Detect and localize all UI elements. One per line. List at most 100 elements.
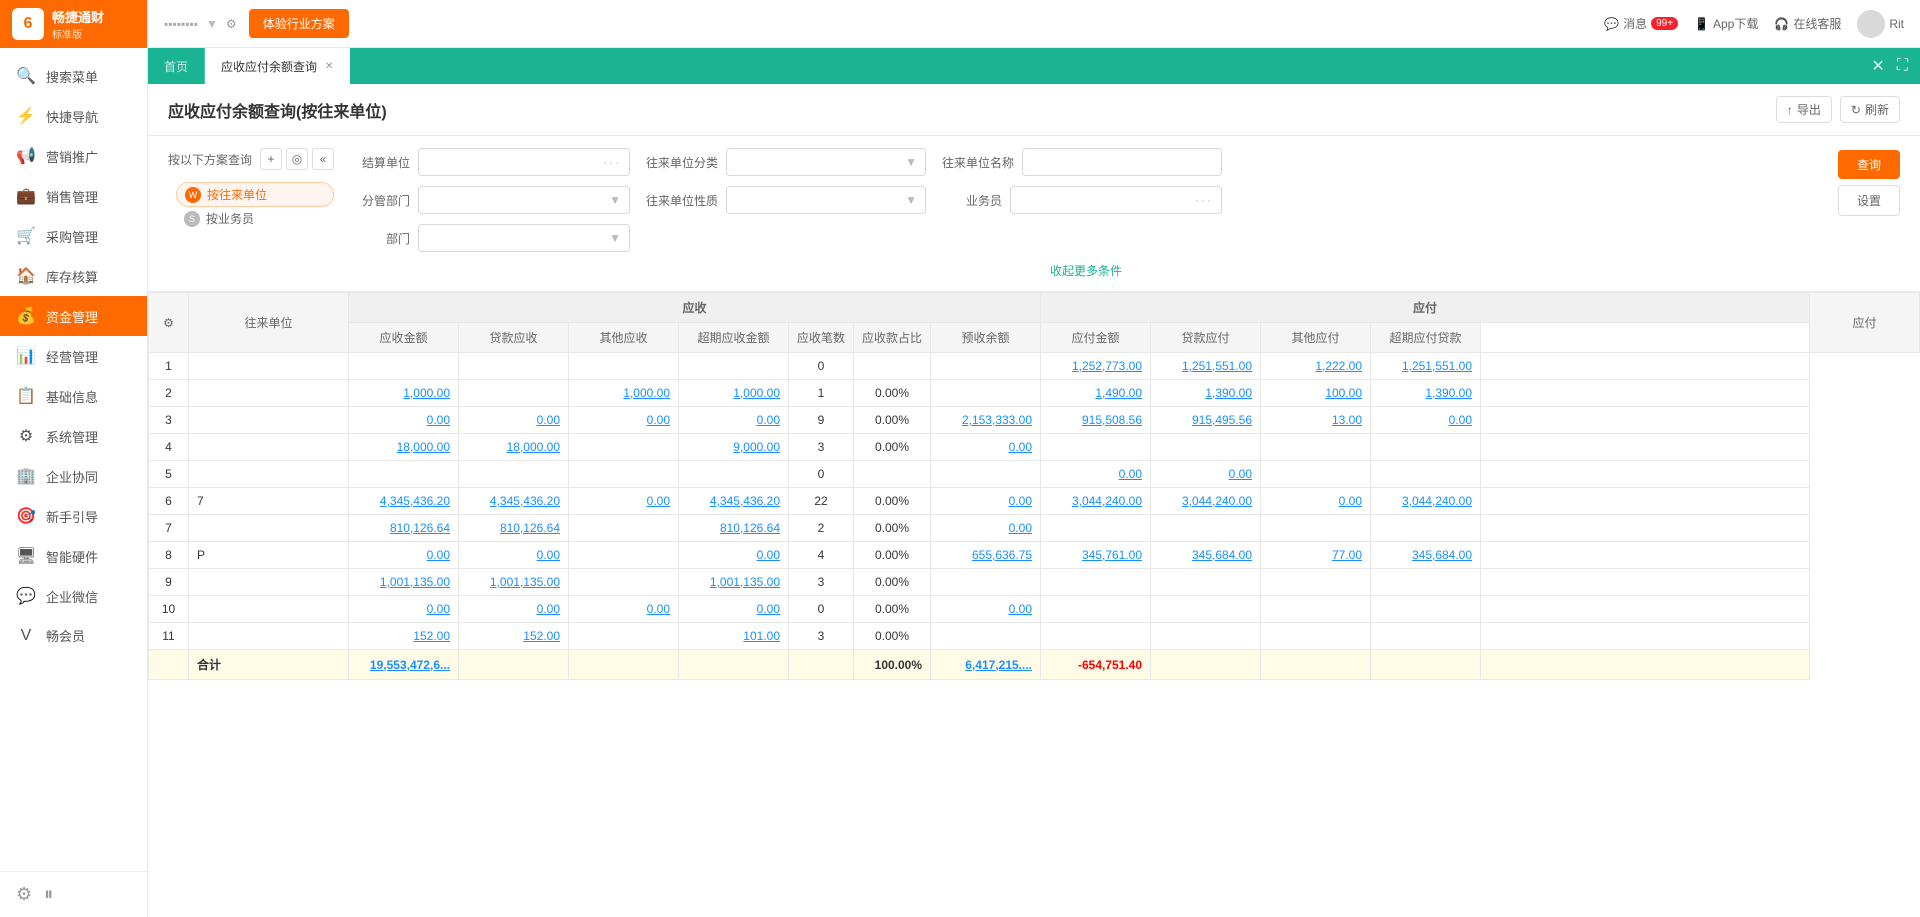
cell-link[interactable]: 0.00	[1151, 461, 1261, 488]
cell-link[interactable]: 4,345,436.20	[459, 488, 569, 515]
cell-link[interactable]: 1,000.00	[679, 380, 789, 407]
cell-link[interactable]: 0.00	[459, 407, 569, 434]
user-profile[interactable]: Rit	[1857, 10, 1904, 38]
cell-link[interactable]: 1,000.00	[349, 380, 459, 407]
cell-link[interactable]: 915,508.56	[1041, 407, 1151, 434]
collapse-footer-icon[interactable]: ⏸	[44, 884, 53, 905]
add-scheme-btn[interactable]: +	[260, 148, 282, 170]
cell-link[interactable]: 0.00	[931, 488, 1041, 515]
cell-link[interactable]: 101.00	[679, 623, 789, 650]
sidebar-item-guide[interactable]: 🎯 新手引导	[0, 496, 147, 536]
cell-link[interactable]: 1,390.00	[1151, 380, 1261, 407]
cell-link[interactable]: 345,761.00	[1041, 542, 1151, 569]
sidebar-item-sales[interactable]: 💼 销售管理	[0, 176, 147, 216]
cell-link[interactable]: 810,126.64	[679, 515, 789, 542]
sidebar-item-system[interactable]: ⚙ 系统管理	[0, 416, 147, 456]
sidebar-item-vip[interactable]: V 畅会员	[0, 616, 147, 655]
cell-link[interactable]: 18,000.00	[349, 434, 459, 461]
collapse-schemes-btn[interactable]: «	[312, 148, 334, 170]
collapse-btn[interactable]: 收起更多条件	[1050, 262, 1122, 279]
cell-link[interactable]: 810,126.64	[459, 515, 569, 542]
refresh-button[interactable]: ↻ 刷新	[1840, 96, 1900, 123]
cell-link[interactable]: 3,044,240.00	[1371, 488, 1481, 515]
cell-link[interactable]: 100.00	[1261, 380, 1371, 407]
settings-gear-icon[interactable]: ⚙	[226, 17, 237, 31]
cell-link[interactable]: 9,000.00	[679, 434, 789, 461]
cell-link[interactable]: 345,684.00	[1151, 542, 1261, 569]
cell-link[interactable]: 1,001,135.00	[349, 569, 459, 596]
cell-link[interactable]: 4,345,436.20	[679, 488, 789, 515]
cell-link[interactable]: 1,252,773.00	[1041, 353, 1151, 380]
cell-link[interactable]: 0.00	[349, 596, 459, 623]
cell-link[interactable]: 915,495.56	[1151, 407, 1261, 434]
cell-link[interactable]: 1,251,551.00	[1371, 353, 1481, 380]
table-settings-icon[interactable]: ⚙	[149, 293, 189, 353]
sidebar-item-quick-nav[interactable]: ⚡ 快捷导航	[0, 96, 147, 136]
cell-link[interactable]: 655,636.75	[931, 542, 1041, 569]
cell-link[interactable]: 4,345,436.20	[349, 488, 459, 515]
cell-link[interactable]: 152.00	[349, 623, 459, 650]
cell-link[interactable]: 1,251,551.00	[1151, 353, 1261, 380]
footer-receivable-amount[interactable]: 19,553,472,6...	[349, 650, 459, 680]
partner-nature-input[interactable]: ▼	[726, 186, 926, 214]
footer-prepaid-balance[interactable]: 6,417,215....	[931, 650, 1041, 680]
sidebar-item-finance[interactable]: 💰 资金管理	[0, 296, 147, 336]
sidebar-item-inventory[interactable]: 🏠 库存核算	[0, 256, 147, 296]
cell-link[interactable]: 0.00	[349, 407, 459, 434]
settlement-unit-input[interactable]: ···	[418, 148, 630, 176]
dept-input[interactable]: ▼	[418, 224, 630, 252]
cell-link[interactable]: 1,390.00	[1371, 380, 1481, 407]
tab-close-icon[interactable]: ✕	[325, 61, 333, 72]
cell-link[interactable]: 3,044,240.00	[1041, 488, 1151, 515]
cell-link[interactable]: 0.00	[569, 407, 679, 434]
cell-link[interactable]: 1,490.00	[1041, 380, 1151, 407]
app-download-btn[interactable]: 📱 App下载	[1694, 15, 1758, 32]
cell-link[interactable]: 1,222.00	[1261, 353, 1371, 380]
cell-link[interactable]: 0.00	[569, 488, 679, 515]
salesman-input[interactable]: ···	[1010, 186, 1222, 214]
cell-link[interactable]: 0.00	[1261, 488, 1371, 515]
sidebar-item-hardware[interactable]: 🖥 智能硬件	[0, 536, 147, 576]
partner-category-input[interactable]: ▼	[726, 148, 926, 176]
dept-managed-input[interactable]: ▼	[418, 186, 630, 214]
scheme-by-partner[interactable]: W 按往来单位	[176, 182, 334, 207]
partner-name-input[interactable]	[1022, 148, 1222, 176]
sidebar-item-enterprise[interactable]: 🏢 企业协同	[0, 456, 147, 496]
scheme-by-salesman[interactable]: S 按业务员	[176, 207, 334, 230]
cell-link[interactable]: 0.00	[679, 407, 789, 434]
cell-link[interactable]: 77.00	[1261, 542, 1371, 569]
cell-link[interactable]: 0.00	[931, 596, 1041, 623]
messages-btn[interactable]: 💬 消息 99+	[1604, 15, 1678, 32]
cell-link[interactable]: 0.00	[679, 596, 789, 623]
query-button[interactable]: 查询	[1838, 150, 1900, 179]
sidebar-item-operations[interactable]: 📊 经营管理	[0, 336, 147, 376]
cell-link[interactable]: 0.00	[349, 542, 459, 569]
cell-link[interactable]: 1,000.00	[569, 380, 679, 407]
cell-link[interactable]: 0.00	[1371, 407, 1481, 434]
cell-link[interactable]: 3,044,240.00	[1151, 488, 1261, 515]
cell-link[interactable]: 345,684.00	[1371, 542, 1481, 569]
cell-link[interactable]: 0.00	[569, 596, 679, 623]
sidebar-item-basic-info[interactable]: 📋 基础信息	[0, 376, 147, 416]
tab-balance-query[interactable]: 应收应付余额查询 ✕	[205, 48, 350, 84]
settings-button[interactable]: 设置	[1838, 185, 1900, 216]
cell-link[interactable]: 810,126.64	[349, 515, 459, 542]
customer-service-btn[interactable]: 🎧 在线客服	[1774, 15, 1841, 32]
table-container[interactable]: ⚙ 往来单位 应收 应付 应付 应收金额 贷款应收 其他应收 超期应收金额 应收…	[148, 292, 1920, 917]
cell-link[interactable]: 0.00	[679, 542, 789, 569]
expand-icon[interactable]: ⛶	[1897, 57, 1908, 75]
solution-button[interactable]: 体验行业方案	[249, 9, 349, 38]
sidebar-item-purchase[interactable]: 🛒 采购管理	[0, 216, 147, 256]
cell-link[interactable]: 18,000.00	[459, 434, 569, 461]
cell-link[interactable]: 2,153,333.00	[931, 407, 1041, 434]
sidebar-item-wechat[interactable]: 💬 企业微信	[0, 576, 147, 616]
cell-link[interactable]: 0.00	[459, 542, 569, 569]
cell-link[interactable]: 13.00	[1261, 407, 1371, 434]
export-button[interactable]: ↑ 导出	[1776, 96, 1832, 123]
cell-link[interactable]: 1,001,135.00	[459, 569, 569, 596]
cell-link[interactable]: 0.00	[459, 596, 569, 623]
settings-footer-icon[interactable]: ⚙	[16, 884, 32, 905]
close-window-icon[interactable]: ✕	[1871, 56, 1884, 76]
cell-link[interactable]: 0.00	[931, 434, 1041, 461]
cell-link[interactable]: 0.00	[1041, 461, 1151, 488]
